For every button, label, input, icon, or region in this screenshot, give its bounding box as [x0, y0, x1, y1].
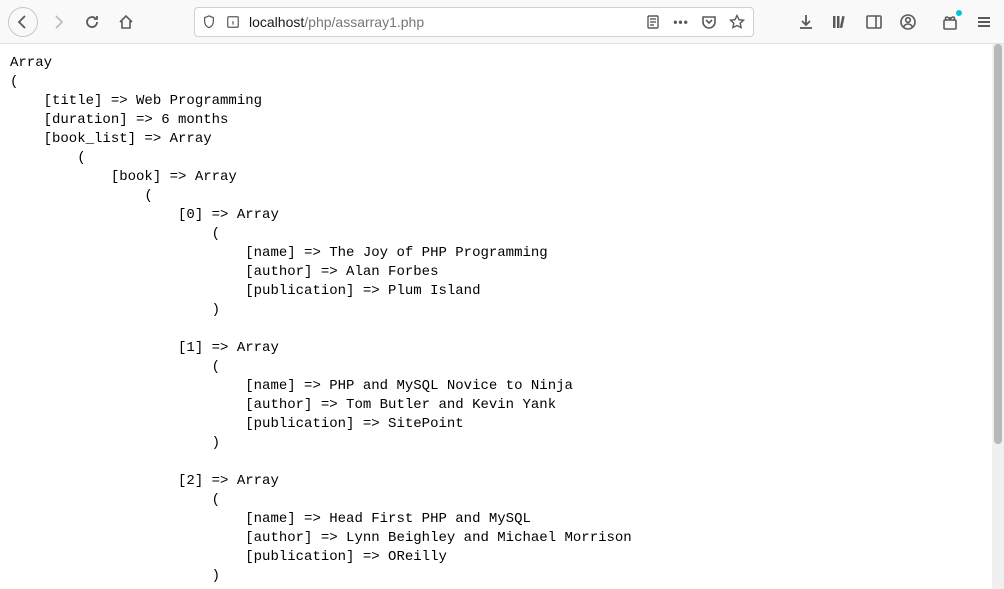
info-icon[interactable]: [225, 14, 241, 30]
reload-button[interactable]: [78, 8, 106, 36]
pocket-icon[interactable]: [699, 12, 719, 32]
shield-icon: [201, 14, 217, 30]
sidebar-icon[interactable]: [862, 10, 886, 34]
bookmark-star-icon[interactable]: [727, 12, 747, 32]
php-print-r-output: Array ( [title] => Web Programming [dura…: [10, 54, 1004, 589]
page-actions-icon[interactable]: •••: [671, 12, 691, 32]
url-path: /php/assarray1.php: [304, 14, 424, 30]
url-text: localhost/php/assarray1.php: [249, 14, 635, 30]
library-icon[interactable]: [828, 10, 852, 34]
account-icon[interactable]: [896, 10, 920, 34]
back-button[interactable]: [8, 7, 38, 37]
vertical-scrollbar[interactable]: [992, 44, 1004, 589]
address-bar[interactable]: localhost/php/assarray1.php •••: [194, 7, 754, 37]
scrollbar-thumb[interactable]: [994, 44, 1002, 444]
home-button[interactable]: [112, 8, 140, 36]
forward-button: [44, 8, 72, 36]
page-content: Array ( [title] => Web Programming [dura…: [0, 44, 1004, 589]
browser-toolbar: localhost/php/assarray1.php •••: [0, 0, 1004, 44]
whats-new-icon[interactable]: [938, 10, 962, 34]
notification-dot-icon: [956, 10, 962, 16]
downloads-icon[interactable]: [794, 10, 818, 34]
url-actions: •••: [643, 12, 747, 32]
reader-mode-icon[interactable]: [643, 12, 663, 32]
toolbar-right: [794, 10, 996, 34]
url-host: localhost: [249, 14, 304, 30]
menu-icon[interactable]: [972, 10, 996, 34]
